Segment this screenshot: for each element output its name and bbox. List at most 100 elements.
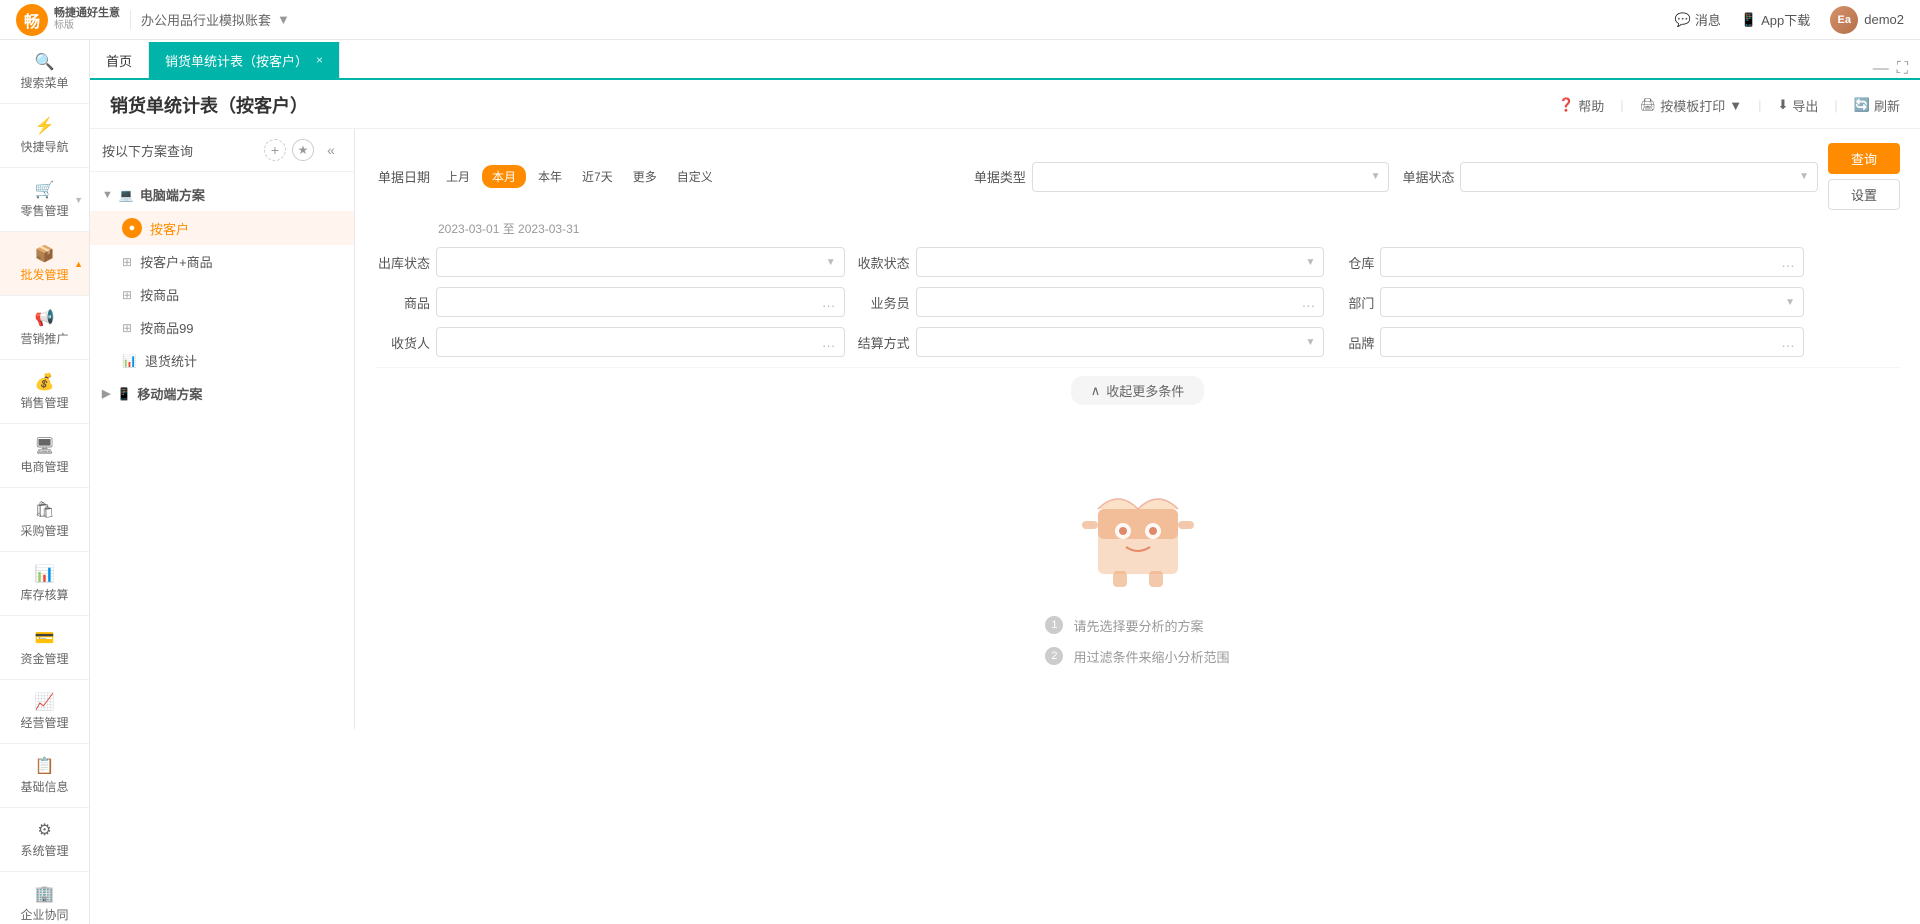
scheme-collect-btn[interactable]: ★ — [292, 139, 314, 161]
sys-icon: ⚙ — [4, 820, 85, 840]
scheme-return-stats[interactable]: 📊 退货统计 — [90, 344, 354, 377]
brand-name: 畅捷通好生意 — [54, 7, 120, 20]
add-icon: + — [271, 142, 279, 158]
date-tab-last7d[interactable]: 近7天 — [574, 165, 621, 188]
sidebar-item-sales-mgmt[interactable]: 💰 销售管理 — [0, 360, 89, 424]
product-dots: … — [822, 294, 836, 310]
outbound-dropdown-icon: ▼ — [826, 257, 836, 268]
avatar-initials: Ea — [1838, 14, 1851, 26]
outbound-select[interactable]: ▼ — [436, 247, 845, 277]
quick-nav-icon: ⚡ — [4, 116, 85, 136]
date-label: 单据日期 — [375, 167, 430, 186]
tab-maximize-btn[interactable]: ⛶ — [1897, 60, 1908, 78]
settlement-dropdown-icon: ▼ — [1305, 337, 1315, 348]
sidebar-item-marketing[interactable]: 📢 营销推广 — [0, 296, 89, 360]
date-tab-last-month[interactable]: 上月 — [438, 165, 478, 188]
scheme-by-customer-product[interactable]: ⊞ 按客户+商品 — [90, 245, 354, 278]
basic-info-icon: 📋 — [4, 756, 85, 776]
inventory-icon: 📊 — [4, 564, 85, 584]
product-input[interactable]: … — [436, 287, 845, 317]
dept-select[interactable]: ▼ — [1380, 287, 1804, 317]
tab-home[interactable]: 首页 — [90, 42, 149, 78]
export-icon: ⬇ — [1777, 97, 1788, 113]
brand-subtitle: 标版 — [54, 20, 120, 32]
date-tab-this-month[interactable]: 本月 — [482, 165, 526, 188]
payment-dropdown-icon: ▼ — [1305, 257, 1315, 268]
sidebar-item-basic-info[interactable]: 📋 基础信息 — [0, 744, 89, 808]
export-btn[interactable]: ⬇ 导出 — [1777, 96, 1818, 115]
sidebar-item-ops-mgmt[interactable]: 📈 经营管理 — [0, 680, 89, 744]
sidebar-item-enterprise[interactable]: 🏢 企业协同 — [0, 872, 89, 924]
sidebar-item-inventory[interactable]: 📊 库存核算 — [0, 552, 89, 616]
consignee-input[interactable]: … — [436, 327, 845, 357]
expand-mobile-icon: ▶ — [102, 387, 110, 400]
print-icon: 🖨 — [1640, 97, 1657, 113]
dept-label: 部门 — [1334, 293, 1374, 312]
staff-dots: … — [1301, 294, 1315, 310]
date-tab-this-year[interactable]: 本年 — [530, 165, 570, 188]
finance-icon: 💳 — [4, 628, 85, 648]
search-menu-icon: 🔍 — [4, 52, 85, 72]
app-download-btn[interactable]: 📱 App下载 — [1741, 10, 1810, 29]
scheme-collapse-btn[interactable]: « — [320, 139, 342, 161]
warehouse-input[interactable]: … — [1380, 247, 1804, 277]
consignee-label: 收货人 — [375, 333, 430, 352]
brand-label: 品牌 — [1334, 333, 1374, 352]
help-btn[interactable]: ❓ 帮助 — [1558, 96, 1604, 115]
sidebar-item-retail-mgmt[interactable]: 🛒 零售管理 ▼ — [0, 168, 89, 232]
scheme-by-customer[interactable]: ● 按客户 — [90, 211, 354, 245]
query-btn[interactable]: 查询 — [1828, 143, 1900, 174]
scheme-panel-title: 按以下方案查询 — [102, 141, 193, 160]
ecom-icon: 🖥 — [4, 436, 85, 456]
doc-type-label: 单据类型 — [971, 167, 1026, 186]
workspace-dropdown-icon[interactable]: ▼ — [277, 12, 290, 27]
purchase-icon: 🛍 — [4, 500, 85, 520]
scheme-add-btn[interactable]: + — [264, 139, 286, 161]
settings-btn[interactable]: 设置 — [1828, 179, 1900, 210]
refresh-btn[interactable]: 🔄 刷新 — [1854, 96, 1900, 115]
download-icon: 📱 — [1741, 12, 1757, 28]
tip1-text: 请先选择要分析的方案 — [1073, 616, 1203, 635]
scheme-by-product[interactable]: ⊞ 按商品 — [90, 278, 354, 311]
star-icon: ★ — [298, 143, 309, 157]
staff-input[interactable]: … — [916, 287, 1325, 317]
empty-illustration — [1078, 479, 1198, 592]
date-tab-more[interactable]: 更多 — [625, 165, 665, 188]
sidebar-item-purchase-mgmt[interactable]: 🛍 采购管理 — [0, 488, 89, 552]
date-range-display: 2023-03-01 至 2023-03-31 — [438, 222, 579, 236]
tip2-text: 用过滤条件来缩小分析范围 — [1073, 647, 1229, 666]
sidebar-item-sys-mgmt[interactable]: ⚙ 系统管理 — [0, 808, 89, 872]
sidebar-item-ecom-mgmt[interactable]: 🖥 电商管理 — [0, 424, 89, 488]
sidebar-item-finance[interactable]: 💳 资金管理 — [0, 616, 89, 680]
brand-logo: 畅 畅捷通好生意 标版 — [16, 4, 120, 36]
collapse-more-btn[interactable]: ∧ 收起更多条件 — [1071, 376, 1205, 405]
mobile-group-node[interactable]: ▶ 📱 移动端方案 — [90, 377, 354, 410]
brand-input[interactable]: … — [1380, 327, 1804, 357]
brand-dots: … — [1781, 334, 1795, 350]
sidebar-item-wholesale-mgmt[interactable]: 📦 批发管理 ▲ — [0, 232, 89, 296]
sidebar-item-search-menu[interactable]: 🔍 搜索菜单 — [0, 40, 89, 104]
doc-status-select[interactable]: ▼ — [1460, 162, 1818, 192]
sidebar-item-quick-nav[interactable]: ⚡ 快捷导航 — [0, 104, 89, 168]
print-template-btn[interactable]: 🖨 按模板打印 ▼ — [1640, 96, 1742, 115]
tab-minimize-btn[interactable]: — — [1873, 60, 1889, 78]
date-tab-custom[interactable]: 自定义 — [669, 165, 721, 188]
help-icon: ❓ — [1558, 97, 1574, 113]
tab-close-btn[interactable]: × — [316, 53, 323, 67]
outbound-label: 出库状态 — [375, 253, 430, 272]
user-avatar[interactable]: Ea demo2 — [1830, 6, 1904, 34]
tab-sales-stats[interactable]: 销货单统计表（按客户） × — [149, 42, 340, 78]
desktop-group-node[interactable]: ▼ 💻 电脑端方案 — [90, 178, 354, 211]
refresh-icon: 🔄 — [1854, 97, 1870, 113]
message-btn[interactable]: 💬 消息 — [1675, 10, 1721, 29]
payment-select[interactable]: ▼ — [916, 247, 1325, 277]
ops-icon: 📈 — [4, 692, 85, 712]
scheme-by-product-99[interactable]: ⊞ 按商品99 — [90, 311, 354, 344]
doc-type-select[interactable]: ▼ — [1032, 162, 1390, 192]
active-circle-icon: ● — [122, 218, 142, 238]
settlement-select[interactable]: ▼ — [916, 327, 1325, 357]
dept-dropdown-icon: ▼ — [1785, 297, 1795, 308]
grid-icon-1: ⊞ — [122, 255, 132, 269]
warehouse-dots: … — [1781, 254, 1795, 270]
message-icon: 💬 — [1675, 12, 1691, 28]
